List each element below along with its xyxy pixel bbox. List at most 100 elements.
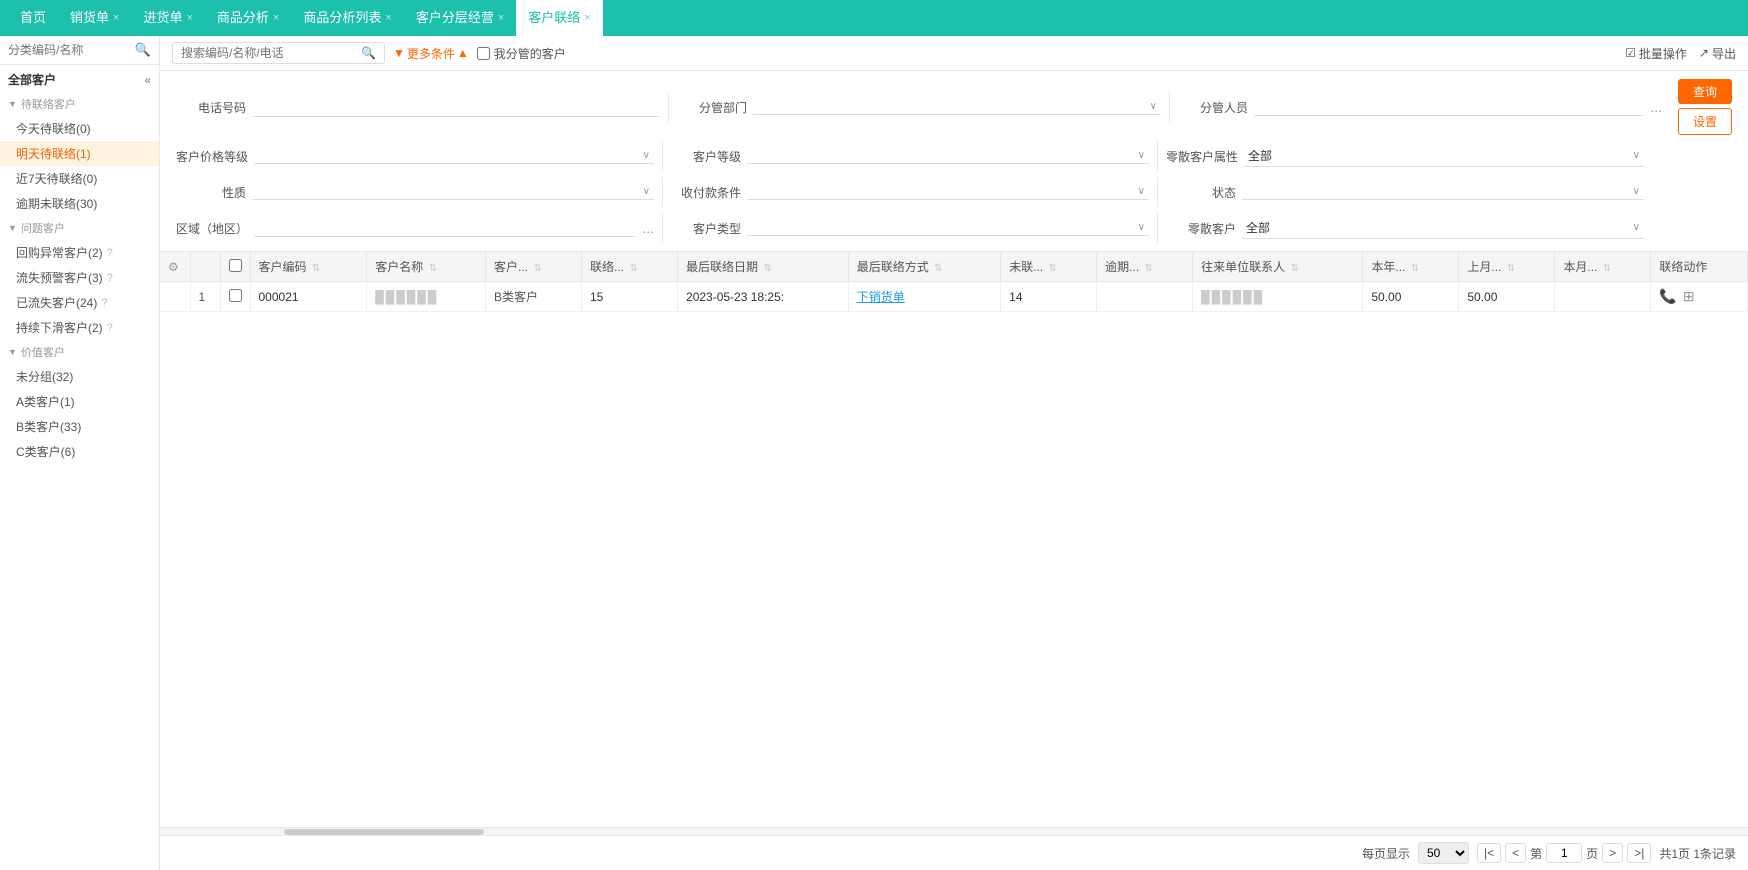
filter-nature-label: 性质 xyxy=(176,184,246,201)
filter-dept-label: 分管部门 xyxy=(677,99,747,116)
nav-customer-tier[interactable]: 客户分层经营 × xyxy=(404,0,516,36)
th-this-month[interactable]: 本月... ⇅ xyxy=(1555,252,1651,282)
row-last-contact-method[interactable]: 下销货单 xyxy=(848,282,1000,312)
nav-customer-contact[interactable]: 客户联络 × xyxy=(516,0,602,36)
nav-home[interactable]: 首页 xyxy=(8,0,58,36)
my-customers-checkbox[interactable] xyxy=(477,47,490,60)
last-page-button[interactable]: >| xyxy=(1627,843,1651,863)
sidebar-item-tomorrow[interactable]: 明天待联络(1) xyxy=(0,141,159,166)
nav-sales-order[interactable]: 销货单 × xyxy=(58,0,131,36)
page-size-select[interactable]: 50 100 200 xyxy=(1418,842,1469,864)
sidebar-item-declining[interactable]: 持续下滑客户(2) ? xyxy=(0,315,159,340)
sidebar-item-today[interactable]: 今天待联络(0) xyxy=(0,116,159,141)
row-checkbox[interactable] xyxy=(220,282,250,312)
th-last-contact-date[interactable]: 最后联络日期 ⇅ xyxy=(678,252,849,282)
sidebar-search-input[interactable] xyxy=(8,43,135,57)
th-not-contact[interactable]: 未联... ⇅ xyxy=(1001,252,1097,282)
row-name: ██████ xyxy=(367,282,486,312)
phone-icon[interactable]: 📞 xyxy=(1659,288,1676,305)
sidebar-item-class-c[interactable]: C类客户(6) xyxy=(0,439,159,464)
filter-payment-select[interactable]: ∨ xyxy=(747,184,1149,200)
filter-customer-grade-label: 客户等级 xyxy=(671,148,741,165)
th-last-contact-method[interactable]: 最后联络方式 ⇅ xyxy=(848,252,1000,282)
nav-customer-contact-close[interactable]: × xyxy=(584,0,590,36)
more-filter-button[interactable]: ▼ 更多条件 ▲ xyxy=(393,45,469,62)
nav-product-analysis-list-close[interactable]: × xyxy=(385,0,391,36)
per-page-label: 每页显示 xyxy=(1362,845,1410,862)
filter-scattered-customer-select[interactable]: 全部∨ xyxy=(1242,217,1644,239)
filter-scattered-attr-select[interactable]: 全部∨ xyxy=(1244,145,1644,167)
chevron-down-icon: ∨ xyxy=(1150,101,1157,112)
batch-op-button[interactable]: ☑ 批量操作 xyxy=(1625,45,1687,62)
help-icon-3: ? xyxy=(101,297,107,309)
filter-row-2: 客户价格等级 ∨ 客户等级 ∨ 零散客户属性 全部∨ xyxy=(176,141,1732,171)
row-gear xyxy=(160,282,190,312)
filter-manager-dots[interactable]: ... xyxy=(1650,99,1662,115)
row-type: B类客户 xyxy=(485,282,581,312)
sidebar-item-7days[interactable]: 近7天待联络(0) xyxy=(0,166,159,191)
sidebar-item-ungrouped[interactable]: 未分组(32) xyxy=(0,364,159,389)
filter-status-select[interactable]: ∨ xyxy=(1242,184,1644,200)
next-page-button[interactable]: > xyxy=(1602,843,1623,863)
export-button[interactable]: ↗ 导出 xyxy=(1699,45,1736,62)
filter-customer-type: 客户类型 ∨ xyxy=(671,220,1149,237)
first-page-button[interactable]: |< xyxy=(1477,843,1501,863)
nav-product-analysis-list[interactable]: 商品分析列表 × xyxy=(291,0,403,36)
th-contact-count[interactable]: 联络... ⇅ xyxy=(582,252,678,282)
row-this-month xyxy=(1555,282,1651,312)
sidebar-item-class-b[interactable]: B类客户(33) xyxy=(0,414,159,439)
th-gear[interactable]: ⚙ xyxy=(160,252,190,282)
scrollbar-thumb[interactable] xyxy=(284,829,484,835)
select-all-checkbox[interactable] xyxy=(229,259,242,272)
filter-nature-select[interactable]: ∨ xyxy=(252,184,654,200)
nav-purchase-close[interactable]: × xyxy=(186,0,192,36)
nav-sales-order-close[interactable]: × xyxy=(113,0,119,36)
query-button[interactable]: 查询 xyxy=(1678,79,1732,104)
horizontal-scrollbar[interactable] xyxy=(160,827,1748,835)
my-customers-checkbox-label[interactable]: 我分管的客户 xyxy=(477,45,566,62)
filter-phone-input[interactable] xyxy=(252,98,660,117)
filter-dept-select[interactable]: ∨ xyxy=(753,99,1161,115)
row-code: 000021 xyxy=(250,282,367,312)
sidebar-item-class-a[interactable]: A类客户(1) xyxy=(0,389,159,414)
sidebar-collapse-icon[interactable]: « xyxy=(144,73,151,87)
nav-customer-tier-close[interactable]: × xyxy=(498,0,504,36)
search-input[interactable] xyxy=(181,46,361,60)
sidebar-item-overdue[interactable]: 逾期未联络(30) xyxy=(0,191,159,216)
footer: 每页显示 50 100 200 |< < 第 页 > >| 共1页 1条记录 xyxy=(160,835,1748,870)
help-icon-4: ? xyxy=(107,322,113,334)
th-name[interactable]: 客户名称 ⇅ xyxy=(367,252,486,282)
sidebar-search-icon[interactable]: 🔍 xyxy=(135,42,151,58)
prev-page-button[interactable]: < xyxy=(1505,843,1526,863)
filter-customer-type-select[interactable]: ∨ xyxy=(747,220,1149,236)
nav-purchase-order[interactable]: 进货单 × xyxy=(131,0,204,36)
nav-product-analysis[interactable]: 商品分析 × xyxy=(205,0,291,36)
sidebar-item-churned[interactable]: 已流失客户(24) ? xyxy=(0,290,159,315)
filter-customer-grade-select[interactable]: ∨ xyxy=(747,148,1149,164)
filter-region-dots[interactable]: ... xyxy=(642,220,654,236)
nav-product-analysis-close[interactable]: × xyxy=(273,0,279,36)
checkbox-icon: ☑ xyxy=(1625,46,1636,60)
filter-price-grade-select[interactable]: ∨ xyxy=(254,148,654,164)
sidebar-all-customers[interactable]: 全部客户 « xyxy=(0,65,159,92)
row-select-checkbox[interactable] xyxy=(229,289,242,302)
th-last-month[interactable]: 上月... ⇅ xyxy=(1459,252,1555,282)
grid-icon[interactable]: ⊞ xyxy=(1683,288,1695,305)
row-no: 1 xyxy=(190,282,220,312)
page-input[interactable] xyxy=(1546,843,1582,863)
set-button[interactable]: 设置 xyxy=(1678,108,1732,135)
sidebar-item-churn-warning[interactable]: 流失预警客户(3) ? xyxy=(0,265,159,290)
filter-customer-type-label: 客户类型 xyxy=(671,220,741,237)
th-overdue[interactable]: 逾期... ⇅ xyxy=(1097,252,1193,282)
chevron-down-icon-4: ∨ xyxy=(1633,150,1640,161)
chevron-down-icon-5: ∨ xyxy=(643,186,650,197)
th-checkbox[interactable] xyxy=(220,252,250,282)
th-this-year[interactable]: 本年... ⇅ xyxy=(1363,252,1459,282)
th-type[interactable]: 客户... ⇅ xyxy=(485,252,581,282)
filter-manager: 分管人员 ... xyxy=(1178,98,1662,116)
search-icon[interactable]: 🔍 xyxy=(361,46,376,60)
sidebar-item-repurchase-abnormal[interactable]: 回购异常客户(2) ? xyxy=(0,240,159,265)
th-unit-contact[interactable]: 往来单位联系人 ⇅ xyxy=(1193,252,1363,282)
sidebar-search-area: 🔍 xyxy=(0,36,159,65)
th-code[interactable]: 客户编码 ⇅ xyxy=(250,252,367,282)
